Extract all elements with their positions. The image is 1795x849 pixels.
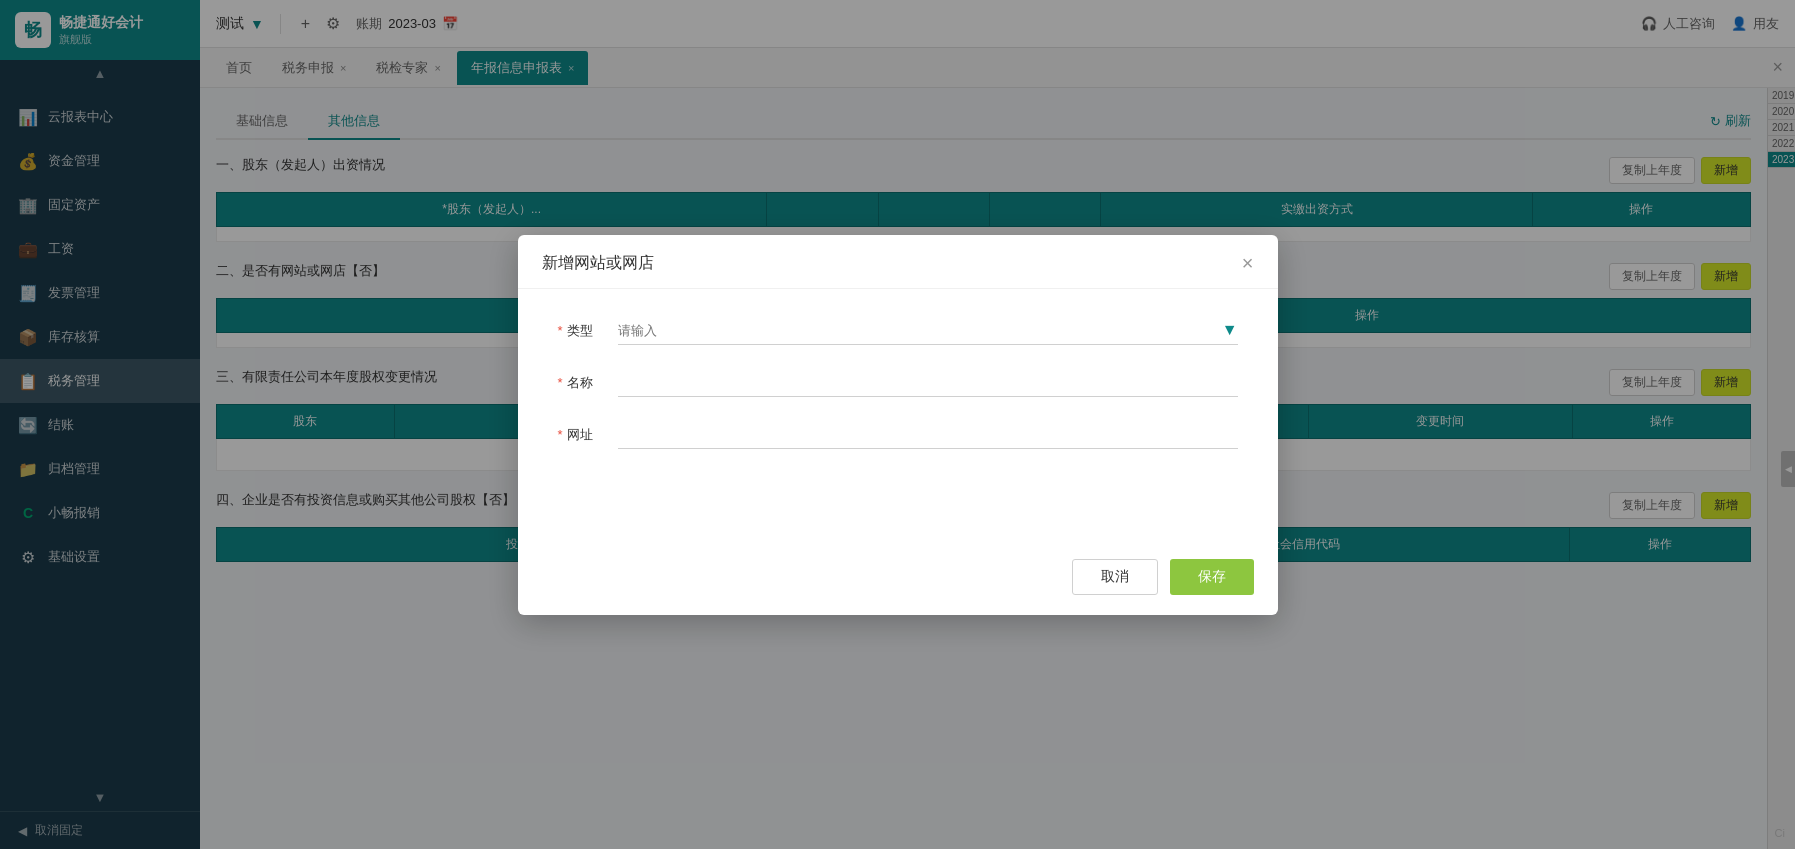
- add-website-modal: 新增网站或网店 × * 类型 ▼ * 名称: [518, 235, 1278, 615]
- name-required: *: [558, 375, 563, 390]
- modal-title: 新增网站或网店: [542, 253, 654, 274]
- modal-overlay: 新增网站或网店 × * 类型 ▼ * 名称: [0, 0, 1795, 849]
- url-label: * 网址: [558, 426, 618, 444]
- modal-footer: 取消 保存: [518, 543, 1278, 615]
- name-input[interactable]: [618, 369, 1238, 397]
- type-required: *: [558, 323, 563, 338]
- name-label: * 名称: [558, 374, 618, 392]
- modal-header: 新增网站或网店 ×: [518, 235, 1278, 289]
- form-group-name: * 名称: [558, 369, 1238, 397]
- type-dropdown-arrow[interactable]: ▼: [1222, 321, 1238, 339]
- type-select-wrapper: ▼: [618, 317, 1238, 345]
- form-group-url: * 网址: [558, 421, 1238, 449]
- url-required: *: [558, 427, 563, 442]
- modal-body: * 类型 ▼ * 名称 * 网址: [518, 289, 1278, 543]
- modal-close-button[interactable]: ×: [1242, 253, 1254, 273]
- form-group-type: * 类型 ▼: [558, 317, 1238, 345]
- save-button[interactable]: 保存: [1170, 559, 1254, 595]
- url-input[interactable]: [618, 421, 1238, 449]
- cancel-button[interactable]: 取消: [1072, 559, 1158, 595]
- type-select-input[interactable]: [618, 317, 1222, 344]
- type-label: * 类型: [558, 322, 618, 340]
